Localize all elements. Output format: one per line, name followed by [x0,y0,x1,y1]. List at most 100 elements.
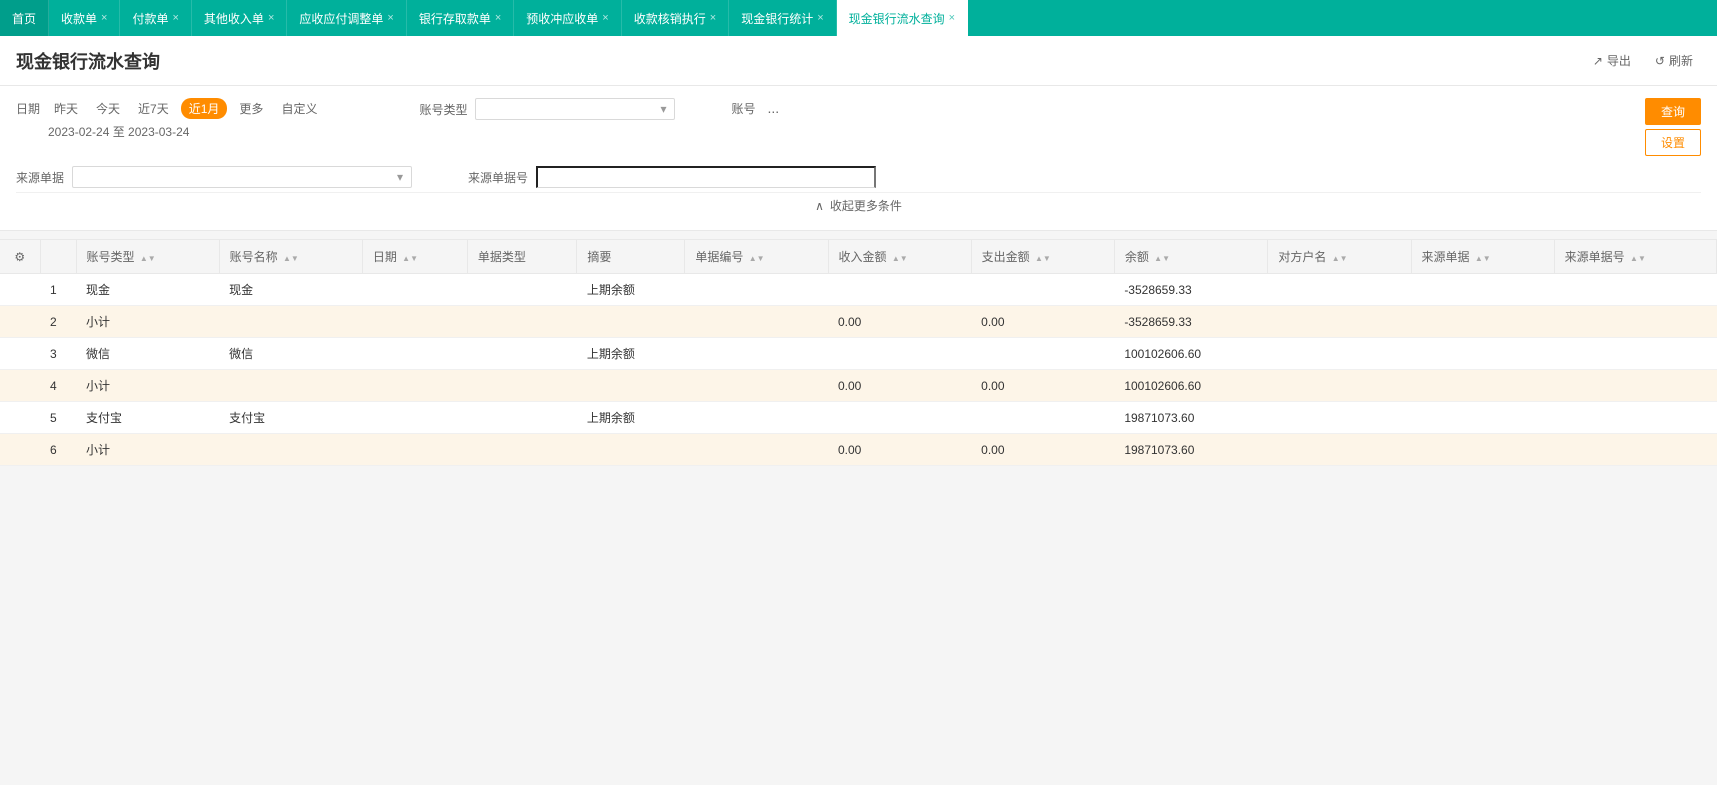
col-doc-no[interactable]: 单据编号 ▲▼ [685,240,828,274]
sort-icon: ▲▼ [140,255,156,263]
account-name-cell: 现金 [219,274,362,306]
col-account-type[interactable]: 账号类型 ▲▼ [76,240,219,274]
expense-cell: 0.00 [971,370,1114,402]
nav-item-adjustment[interactable]: 应收应付调整单 × [287,0,406,36]
date-btn-7days[interactable]: 近7天 [132,98,175,119]
account-type-cell: 现金 [76,274,219,306]
table-row: 3微信微信上期余额100102606.60 [0,338,1717,370]
account-label: 账号 [731,100,755,117]
close-icon[interactable]: × [387,12,393,24]
date-btn-more[interactable]: 更多 [233,98,269,119]
nav-item-other-income[interactable]: 其他收入单 × [192,0,287,36]
summary-cell: 上期余额 [577,338,685,370]
close-icon[interactable]: × [495,12,501,24]
source-doc-no-cell [1554,274,1716,306]
account-type-cell: 微信 [76,338,219,370]
doc-no-cell [685,434,828,466]
sort-icon: ▲▼ [749,255,765,263]
account-name-cell [219,306,362,338]
doc-no-cell [685,370,828,402]
close-icon[interactable]: × [101,12,107,24]
chevron-down-icon-2: ▾ [397,170,403,184]
close-icon[interactable]: × [710,12,716,24]
balance-cell: 19871073.60 [1114,434,1268,466]
table-row: 5支付宝支付宝上期余额19871073.60 [0,402,1717,434]
nav-item-advance[interactable]: 预收冲应收单 × [514,0,621,36]
account-type-label: 账号类型 [419,101,467,118]
doc-no-cell [685,274,828,306]
nav-item-payments[interactable]: 付款单 × [120,0,191,36]
expense-cell [971,402,1114,434]
doc-type-cell [467,338,577,370]
account-dots-button[interactable]: ... [763,98,783,118]
table-settings-header[interactable]: ⚙ [0,240,40,274]
account-type-select[interactable]: ▾ [475,98,675,120]
nav-item-cashflow[interactable]: 现金银行流水查询 × [837,0,968,36]
nav-item-receipts[interactable]: 收款单 × [49,0,120,36]
chevron-down-icon: ▾ [660,102,666,116]
col-income[interactable]: 收入金额 ▲▼ [828,240,971,274]
col-source-doc[interactable]: 来源单据 ▲▼ [1411,240,1554,274]
query-button[interactable]: 查询 [1645,98,1701,125]
account-type-cell: 小计 [76,434,219,466]
doc-type-cell [467,402,577,434]
gear-icon[interactable]: ⚙ [14,250,25,264]
source-doc-label: 来源单据 [16,169,64,186]
source-doc-select[interactable]: ▾ [72,166,412,188]
date-shortcuts: 昨天 今天 近7天 近1月 更多 自定义 [48,98,323,119]
date-btn-1month[interactable]: 近1月 [181,98,228,119]
chevron-up-icon: ∧ [815,199,824,213]
col-date[interactable]: 日期 ▲▼ [362,240,467,274]
refresh-icon: ↺ [1655,54,1665,68]
source-doc-cell [1411,306,1554,338]
close-icon[interactable]: × [949,12,955,24]
settings-button[interactable]: 设置 [1645,129,1701,156]
summary-cell [577,306,685,338]
balance-cell: 19871073.60 [1114,402,1268,434]
date-label: 日期 [16,100,40,117]
account-name-cell: 支付宝 [219,402,362,434]
row-index: 1 [40,274,76,306]
date-btn-custom[interactable]: 自定义 [275,98,323,119]
balance-cell: 100102606.60 [1114,370,1268,402]
close-icon[interactable]: × [172,12,178,24]
close-icon[interactable]: × [602,12,608,24]
income-cell [828,338,971,370]
col-source-doc-no[interactable]: 来源单据号 ▲▼ [1554,240,1716,274]
filter-area: 日期 昨天 今天 近7天 近1月 更多 自定义 2023-02-24 至 202… [0,86,1717,231]
income-cell: 0.00 [828,370,971,402]
col-expense[interactable]: 支出金额 ▲▼ [971,240,1114,274]
expense-cell [971,338,1114,370]
source-doc-cell [1411,402,1554,434]
refresh-button[interactable]: ↺ 刷新 [1647,48,1701,73]
top-nav: 首页 收款单 × 付款单 × 其他收入单 × 应收应付调整单 × 银行存取款单 … [0,0,1717,36]
balance-cell: -3528659.33 [1114,274,1268,306]
date-cell [362,338,467,370]
col-balance[interactable]: 余额 ▲▼ [1114,240,1268,274]
doc-no-cell [685,402,828,434]
nav-home[interactable]: 首页 [0,0,49,36]
nav-item-verification[interactable]: 收款核销执行 × [622,0,729,36]
source-doc-no-input[interactable] [536,166,876,188]
income-cell [828,274,971,306]
doc-type-cell [467,434,577,466]
date-btn-today[interactable]: 今天 [90,98,126,119]
export-button[interactable]: ↗ 导出 [1585,48,1639,73]
summary-cell: 上期余额 [577,274,685,306]
doc-no-cell [685,306,828,338]
balance-cell: -3528659.33 [1114,306,1268,338]
sort-icon: ▲▼ [1154,255,1170,263]
collapse-filters-button[interactable]: ∧ 收起更多条件 [16,192,1701,218]
sort-icon: ▲▼ [402,255,418,263]
col-counterpart[interactable]: 对方户名 ▲▼ [1268,240,1411,274]
summary-cell [577,434,685,466]
col-account-name[interactable]: 账号名称 ▲▼ [219,240,362,274]
sort-icon: ▲▼ [283,255,299,263]
source-doc-no-label: 来源单据号 [468,169,528,186]
close-icon[interactable]: × [268,12,274,24]
nav-item-statistics[interactable]: 现金银行统计 × [729,0,836,36]
nav-item-bank-deposit[interactable]: 银行存取款单 × [407,0,514,36]
data-table: ⚙ 账号类型 ▲▼ 账号名称 ▲▼ 日期 ▲▼ 单据类型 摘要 单 [0,239,1717,466]
date-btn-yesterday[interactable]: 昨天 [48,98,84,119]
close-icon[interactable]: × [817,12,823,24]
